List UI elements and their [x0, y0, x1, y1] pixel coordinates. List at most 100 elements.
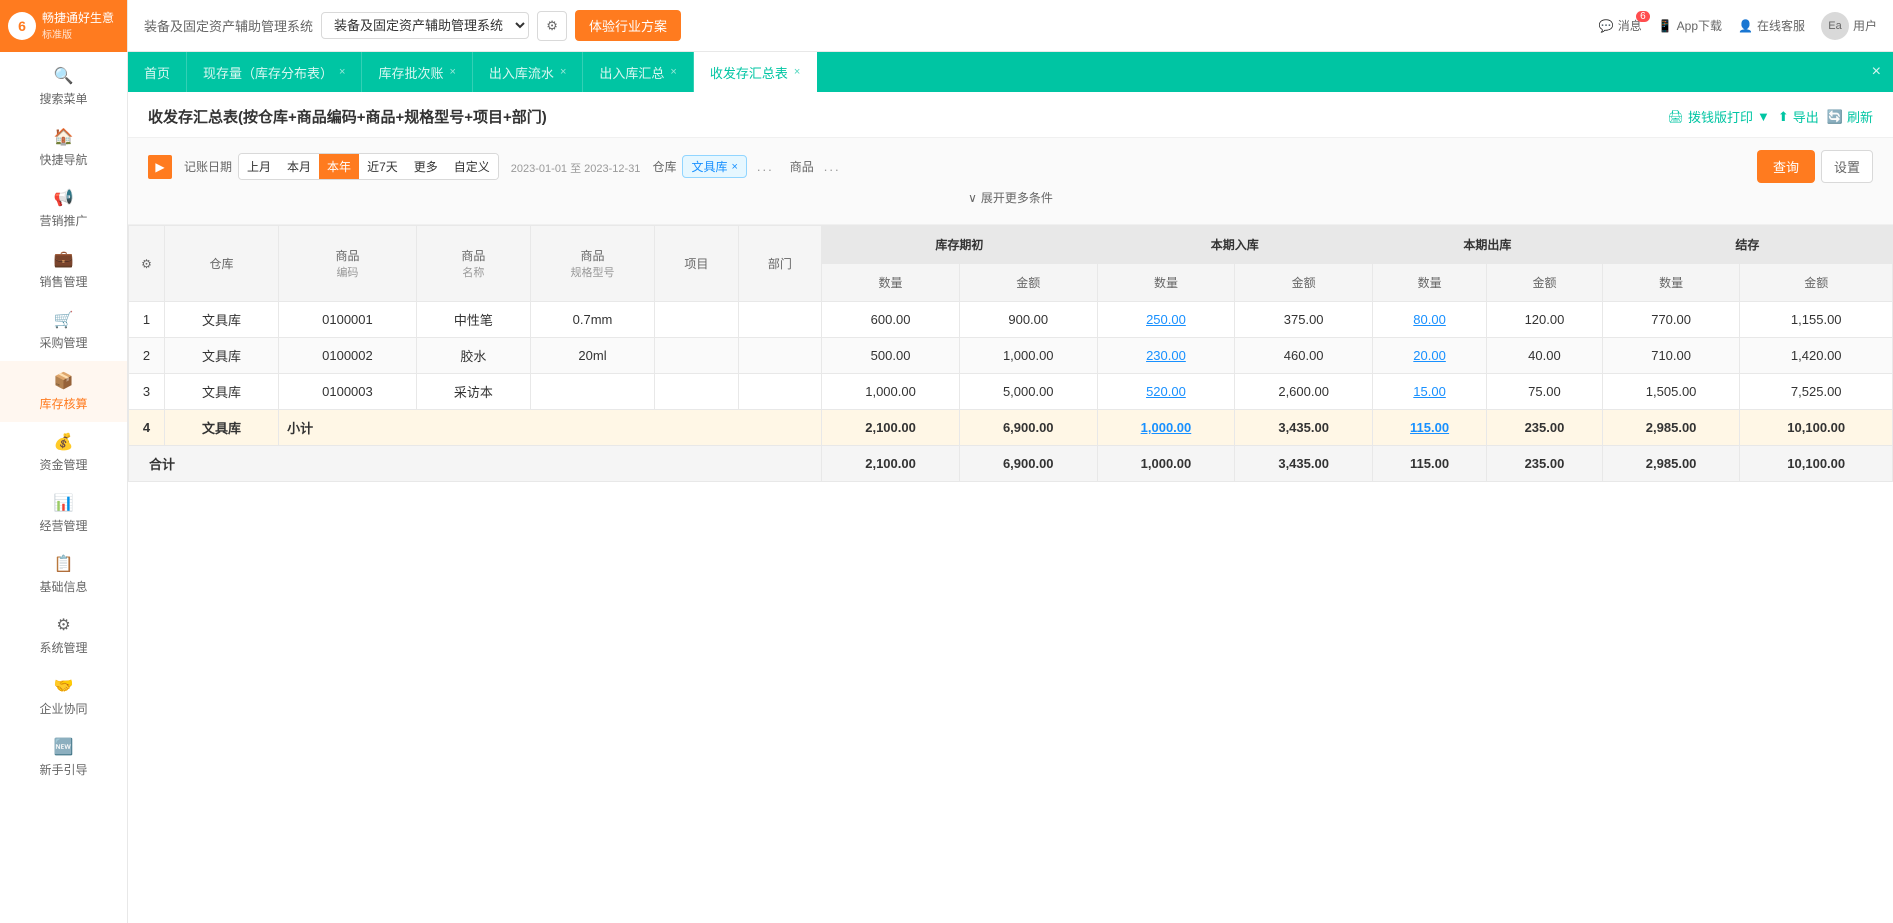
filter-collapse-btn[interactable]: ▶	[148, 155, 172, 179]
trial-button[interactable]: 体验行业方案	[575, 10, 681, 41]
tab-inout-summary[interactable]: 出入库汇总 ×	[583, 52, 693, 92]
sidebar-logo: 6 畅捷通好生意 标准版	[0, 0, 127, 52]
messages-btn[interactable]: 💬 消息 6	[1599, 17, 1642, 34]
date-btn-group: 上月 本月 本年 近7天 更多 自定义	[238, 153, 499, 180]
print-icon: 🖨	[1667, 109, 1684, 125]
table-settings-th[interactable]: ⚙	[129, 226, 165, 302]
row-in-qty[interactable]: 520.00	[1097, 374, 1235, 410]
row-seq: 1	[129, 302, 165, 338]
row-out-qty[interactable]: 15.00	[1373, 374, 1487, 410]
sidebar-item-marketing[interactable]: 📢 营销推广	[0, 178, 127, 239]
date-btn-this-year[interactable]: 本年	[319, 154, 359, 179]
tab-batch-account-close[interactable]: ×	[449, 66, 455, 78]
row-goods-code: 0100003	[279, 374, 417, 410]
row-goods-name: 采访本	[416, 374, 530, 410]
row-in-qty[interactable]: 230.00	[1097, 338, 1235, 374]
print-button[interactable]: 🖨 拨钱版打印 ▼	[1667, 107, 1769, 126]
refresh-button[interactable]: 🔄 刷新	[1827, 107, 1873, 126]
tab-batch-account[interactable]: 库存批次账 ×	[362, 52, 472, 92]
tab-home[interactable]: 首页	[128, 52, 187, 92]
sidebar-item-marketing-label: 营销推广	[39, 212, 87, 229]
sidebar-item-guide[interactable]: 🆕 新手引导	[0, 727, 127, 788]
system-select[interactable]: 装备及固定资产辅助管理系统	[321, 12, 529, 39]
system-icon: ⚙	[56, 615, 70, 635]
date-btn-last-month[interactable]: 上月	[239, 154, 279, 179]
row-in-amt: 2,600.00	[1235, 374, 1373, 410]
row-goods-code: 0100002	[279, 338, 417, 374]
th-group-out: 本期出库	[1373, 226, 1603, 264]
th-in-qty: 数量	[1097, 264, 1235, 302]
tab-inout-flow[interactable]: 出入库流水 ×	[473, 52, 583, 92]
online-service-btn[interactable]: 👤 在线客服	[1738, 17, 1805, 34]
row-department	[738, 302, 822, 338]
row-out-amt: 40.00	[1487, 338, 1603, 374]
sidebar-item-corp[interactable]: 🤝 企业协同	[0, 666, 127, 727]
th-goods-spec: 商品规格型号	[530, 226, 654, 302]
chevron-down-icon: ∨	[968, 191, 977, 205]
settings-icon-btn[interactable]: ⚙	[537, 11, 567, 41]
export-button[interactable]: ⬆ 导出	[1778, 107, 1819, 126]
table-container: ⚙ 仓库 商品编码 商品名称 商品规格型号 项目 部门 库存期初 本期入库 本期…	[128, 225, 1893, 482]
row-opening-qty: 1,000.00	[822, 374, 960, 410]
finance-icon: 💰	[54, 432, 74, 452]
tab-stock-dist[interactable]: 现存量（库存分布表） ×	[187, 52, 362, 92]
expand-more-btn[interactable]: ∨ 展开更多条件	[968, 189, 1053, 206]
total-opening-amt: 6,900.00	[959, 446, 1097, 482]
warehouse-more[interactable]: ...	[753, 159, 778, 174]
th-opening-qty: 数量	[822, 264, 960, 302]
date-btn-7days[interactable]: 近7天	[359, 154, 406, 179]
subtotal-out-amt: 235.00	[1487, 410, 1603, 446]
tab-recv-send-close[interactable]: ×	[794, 66, 800, 78]
query-button[interactable]: 查询	[1757, 150, 1815, 183]
tab-bar-close[interactable]: ×	[1860, 63, 1893, 81]
goods-more[interactable]: ...	[820, 159, 845, 174]
filter-row: ▶ 记账日期 上月 本月 本年 近7天 更多 自定义 2023-0	[148, 150, 1873, 183]
sidebar-item-sales-label: 销售管理	[39, 273, 87, 290]
tab-recv-send-label: 收发存汇总表	[710, 63, 788, 82]
expand-more-row: ∨ 展开更多条件	[148, 183, 1873, 212]
row-in-qty[interactable]: 250.00	[1097, 302, 1235, 338]
th-warehouse: 仓库	[165, 226, 279, 302]
tab-stock-dist-close[interactable]: ×	[339, 66, 345, 78]
sidebar-item-search[interactable]: 🔍 搜索菜单	[0, 56, 127, 117]
sidebar-item-quicknav[interactable]: 🏠 快捷导航	[0, 117, 127, 178]
subtotal-in-qty[interactable]: 1,000.00	[1097, 410, 1235, 446]
row-goods-spec	[530, 374, 654, 410]
sidebar-item-operations[interactable]: 📊 经营管理	[0, 483, 127, 544]
sidebar-item-finance[interactable]: 💰 资金管理	[0, 422, 127, 483]
message-icon: 💬	[1599, 19, 1614, 33]
date-btn-more[interactable]: 更多	[406, 154, 446, 179]
date-btn-custom[interactable]: 自定义	[446, 154, 498, 179]
warehouse-tag-remove[interactable]: ×	[731, 161, 737, 173]
page-title: 收发存汇总表(按仓库+商品编码+商品+规格型号+项目+部门)	[148, 106, 547, 127]
tab-inout-summary-close[interactable]: ×	[670, 66, 676, 78]
tab-recv-send-summary[interactable]: 收发存汇总表 ×	[694, 52, 817, 92]
export-icon: ⬆	[1778, 109, 1789, 125]
user-label: 用户	[1853, 17, 1877, 34]
warehouse-tag: 文具库 ×	[682, 155, 746, 178]
th-out-qty: 数量	[1373, 264, 1487, 302]
sidebar-item-guide-label: 新手引导	[39, 761, 87, 778]
user-btn[interactable]: Ea 用户	[1821, 12, 1877, 40]
topbar-left: 装备及固定资产辅助管理系统 装备及固定资产辅助管理系统 ⚙ 体验行业方案	[144, 10, 681, 41]
sales-icon: 💼	[54, 249, 74, 269]
settings-button[interactable]: 设置	[1821, 150, 1873, 183]
table-row: 1 文具库 0100001 中性笔 0.7mm 600.00 900.00 25…	[129, 302, 1893, 338]
sidebar-item-sales[interactable]: 💼 销售管理	[0, 239, 127, 300]
date-btn-this-month[interactable]: 本月	[279, 154, 319, 179]
topbar: 装备及固定资产辅助管理系统 装备及固定资产辅助管理系统 ⚙ 体验行业方案 💬 消…	[128, 0, 1893, 52]
subtotal-opening-amt: 6,900.00	[959, 410, 1097, 446]
row-out-qty[interactable]: 80.00	[1373, 302, 1487, 338]
app-download-btn[interactable]: 📱 App下载	[1658, 17, 1722, 34]
subtotal-out-qty[interactable]: 115.00	[1373, 410, 1487, 446]
row-closing-amt: 1,155.00	[1740, 302, 1893, 338]
tab-inout-flow-close[interactable]: ×	[560, 66, 566, 78]
row-project	[655, 374, 739, 410]
inventory-icon: 📦	[54, 371, 74, 391]
sidebar-item-system[interactable]: ⚙ 系统管理	[0, 605, 127, 666]
sidebar-item-purchase[interactable]: 🛒 采购管理	[0, 300, 127, 361]
sidebar-item-basic[interactable]: 📋 基础信息	[0, 544, 127, 605]
avatar: Ea	[1821, 12, 1849, 40]
row-out-qty[interactable]: 20.00	[1373, 338, 1487, 374]
sidebar-item-inventory[interactable]: 📦 库存核算	[0, 361, 127, 422]
